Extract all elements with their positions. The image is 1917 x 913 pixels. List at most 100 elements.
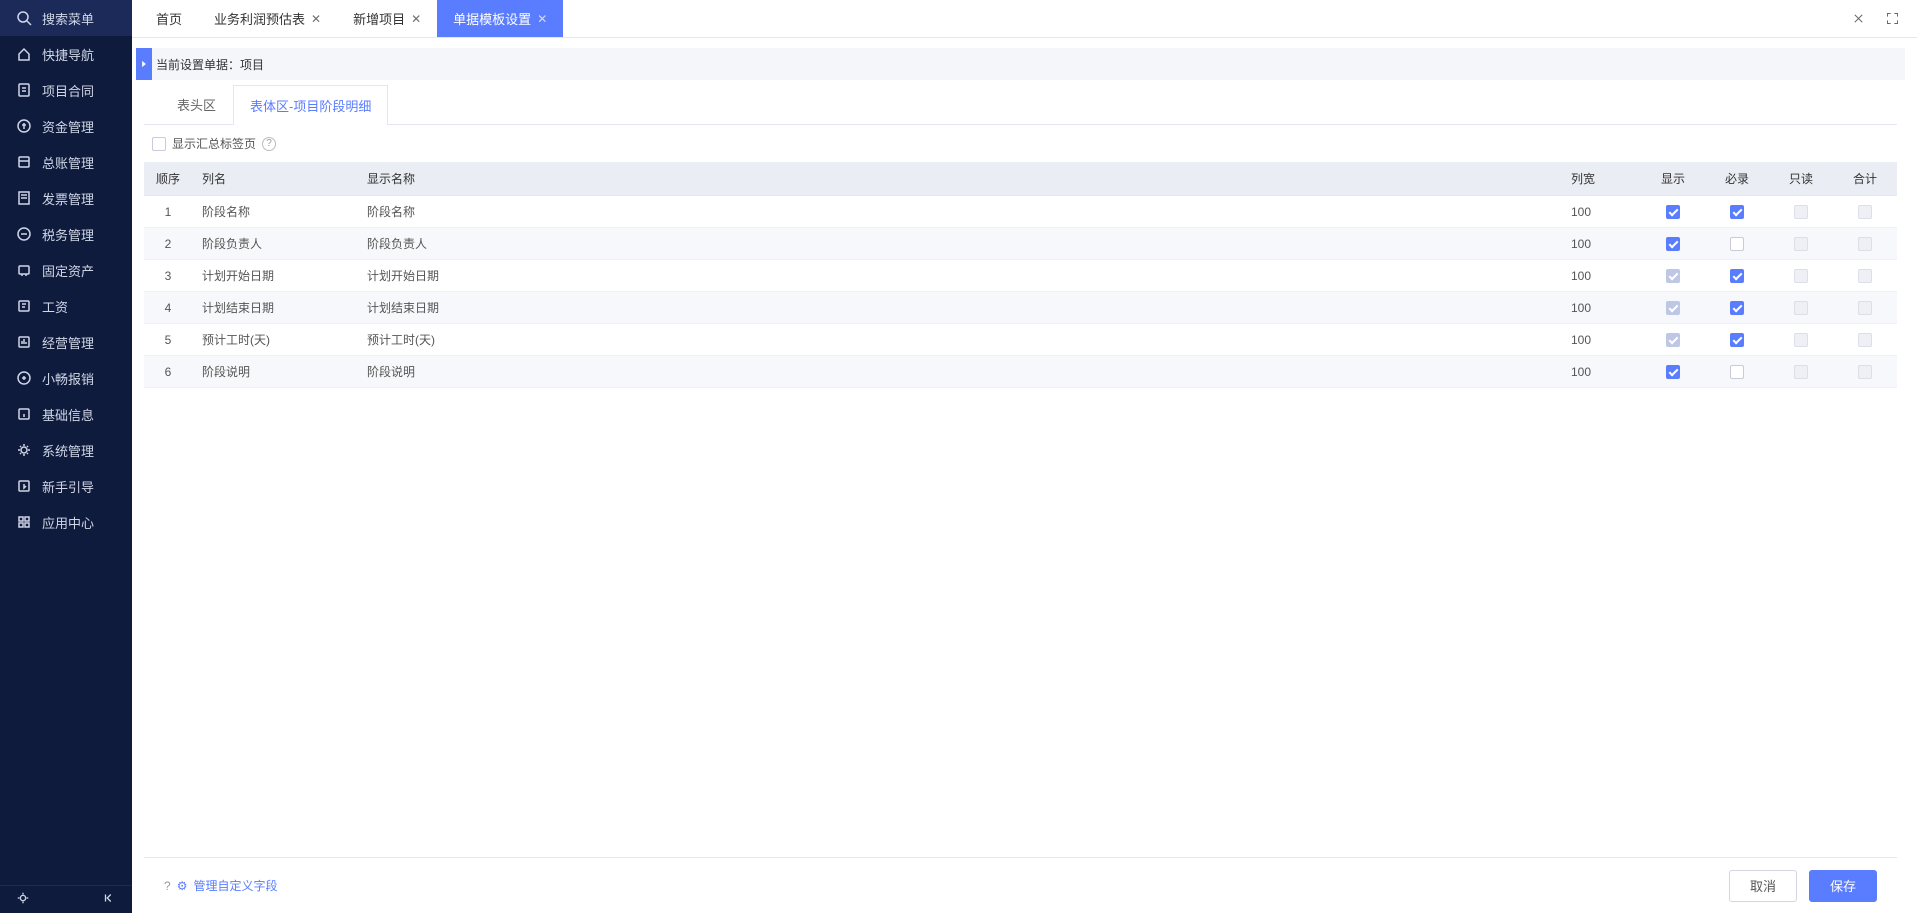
sidebar-item-9[interactable]: 经营管理 <box>0 324 132 360</box>
cell-name: 阶段负责人 <box>192 228 357 260</box>
tab-1[interactable]: 业务利润预估表 ✕ <box>198 0 337 37</box>
footer: ? ⚙ 管理自定义字段 取消 保存 <box>144 857 1897 913</box>
sidebar-item-label: 固定资产 <box>42 261 94 280</box>
sidebar-item-label: 税务管理 <box>42 225 94 244</box>
cell-sum <box>1833 260 1897 292</box>
tab-close-icon[interactable]: ✕ <box>537 12 547 26</box>
sidebar-item-10[interactable]: 小畅报销 <box>0 360 132 396</box>
help-icon[interactable]: ? <box>262 137 276 151</box>
cell-required <box>1705 292 1769 324</box>
cell-sum <box>1833 228 1897 260</box>
cell-seq: 1 <box>144 196 192 228</box>
checkbox[interactable] <box>1666 365 1680 379</box>
fullscreen-icon[interactable] <box>1875 0 1909 37</box>
apps-icon <box>16 514 32 530</box>
settings-icon[interactable] <box>16 891 30 908</box>
sidebar-item-3[interactable]: 资金管理 <box>0 108 132 144</box>
checkbox <box>1858 301 1872 315</box>
checkbox <box>1794 333 1808 347</box>
tab-close-icon[interactable]: ✕ <box>411 12 421 26</box>
checkbox <box>1666 301 1680 315</box>
checkbox[interactable] <box>1730 301 1744 315</box>
sidebar-item-13[interactable]: 新手引导 <box>0 468 132 504</box>
cell-width[interactable]: 100 <box>1561 260 1641 292</box>
tab-2[interactable]: 新增项目✕ <box>337 0 437 37</box>
sidebar-item-label: 工资 <box>42 297 68 316</box>
cell-width[interactable]: 100 <box>1561 196 1641 228</box>
sidebar-item-0[interactable]: 搜索菜单 <box>0 0 132 36</box>
checkbox <box>1666 333 1680 347</box>
sidebar-item-6[interactable]: 税务管理 <box>0 216 132 252</box>
cell-seq: 3 <box>144 260 192 292</box>
checkbox[interactable] <box>1666 205 1680 219</box>
checkbox <box>1794 237 1808 251</box>
cell-show <box>1641 260 1705 292</box>
sidebar-item-5[interactable]: 发票管理 <box>0 180 132 216</box>
checkbox[interactable] <box>1730 333 1744 347</box>
cell-width[interactable]: 100 <box>1561 324 1641 356</box>
doc-icon <box>16 82 32 98</box>
th-show: 显示 <box>1641 162 1705 196</box>
sidebar-item-11[interactable]: 基础信息 <box>0 396 132 432</box>
cell-display[interactable]: 预计工时(天) <box>357 324 1561 356</box>
sidebar-item-label: 系统管理 <box>42 441 94 460</box>
sidebar-item-2[interactable]: 项目合同 <box>0 72 132 108</box>
system-icon <box>16 442 32 458</box>
sidebar-item-label: 发票管理 <box>42 189 94 208</box>
tab-label: 首页 <box>156 9 182 28</box>
inner-tab-1[interactable]: 表体区-项目阶段明细 <box>233 85 388 125</box>
cell-required <box>1705 356 1769 388</box>
cell-display[interactable]: 阶段说明 <box>357 356 1561 388</box>
close-all-icon[interactable] <box>1841 0 1875 37</box>
checkbox[interactable] <box>1730 237 1744 251</box>
sidebar-item-12[interactable]: 系统管理 <box>0 432 132 468</box>
sidebar-item-label: 项目合同 <box>42 81 94 100</box>
table-row: 2阶段负责人阶段负责人100 <box>144 228 1897 260</box>
cell-name: 计划结束日期 <box>192 292 357 324</box>
cell-display[interactable]: 阶段名称 <box>357 196 1561 228</box>
custom-fields-link[interactable]: 管理自定义字段 <box>193 877 277 894</box>
sidebar-item-4[interactable]: 总账管理 <box>0 144 132 180</box>
save-button[interactable]: 保存 <box>1809 870 1877 902</box>
checkbox[interactable] <box>1666 237 1680 251</box>
checkbox[interactable] <box>1730 205 1744 219</box>
cell-required <box>1705 228 1769 260</box>
sidebar-item-8[interactable]: 工资 <box>0 288 132 324</box>
cell-name: 阶段说明 <box>192 356 357 388</box>
sidebar-item-14[interactable]: 应用中心 <box>0 504 132 540</box>
cell-width[interactable]: 100 <box>1561 356 1641 388</box>
tab-close-icon[interactable]: ✕ <box>311 12 321 26</box>
show-summary-checkbox[interactable] <box>152 137 166 151</box>
tab-3[interactable]: 单据模板设置✕ <box>437 0 563 37</box>
checkbox <box>1666 269 1680 283</box>
th-sum: 合计 <box>1833 162 1897 196</box>
table-wrap: 顺序 列名 显示名称 列宽 显示 必录 只读 合计 1阶段名称阶段名称1002阶… <box>144 162 1897 857</box>
checkbox[interactable] <box>1730 269 1744 283</box>
banner-toggle[interactable] <box>136 48 152 80</box>
sidebar-item-7[interactable]: 固定资产 <box>0 252 132 288</box>
th-readonly: 只读 <box>1769 162 1833 196</box>
collapse-icon[interactable] <box>102 891 116 908</box>
cell-readonly <box>1769 260 1833 292</box>
asset-icon <box>16 262 32 278</box>
cell-width[interactable]: 100 <box>1561 292 1641 324</box>
inner-tab-0[interactable]: 表头区 <box>160 84 233 124</box>
tab-0[interactable]: 首页 <box>140 0 198 37</box>
tab-label: 业务利润预估表 <box>214 9 305 28</box>
checkbox <box>1794 301 1808 315</box>
cell-seq: 5 <box>144 324 192 356</box>
checkbox[interactable] <box>1730 365 1744 379</box>
cell-display[interactable]: 计划结束日期 <box>357 292 1561 324</box>
footer-help-icon[interactable]: ? <box>164 879 171 893</box>
ledger-icon <box>16 154 32 170</box>
checkbox <box>1794 269 1808 283</box>
cell-required <box>1705 324 1769 356</box>
cancel-button[interactable]: 取消 <box>1729 870 1797 902</box>
cell-width[interactable]: 100 <box>1561 228 1641 260</box>
sidebar-item-1[interactable]: 快捷导航 <box>0 36 132 72</box>
table-row: 5预计工时(天)预计工时(天)100 <box>144 324 1897 356</box>
cell-display[interactable]: 阶段负责人 <box>357 228 1561 260</box>
cell-sum <box>1833 292 1897 324</box>
cell-seq: 4 <box>144 292 192 324</box>
cell-display[interactable]: 计划开始日期 <box>357 260 1561 292</box>
